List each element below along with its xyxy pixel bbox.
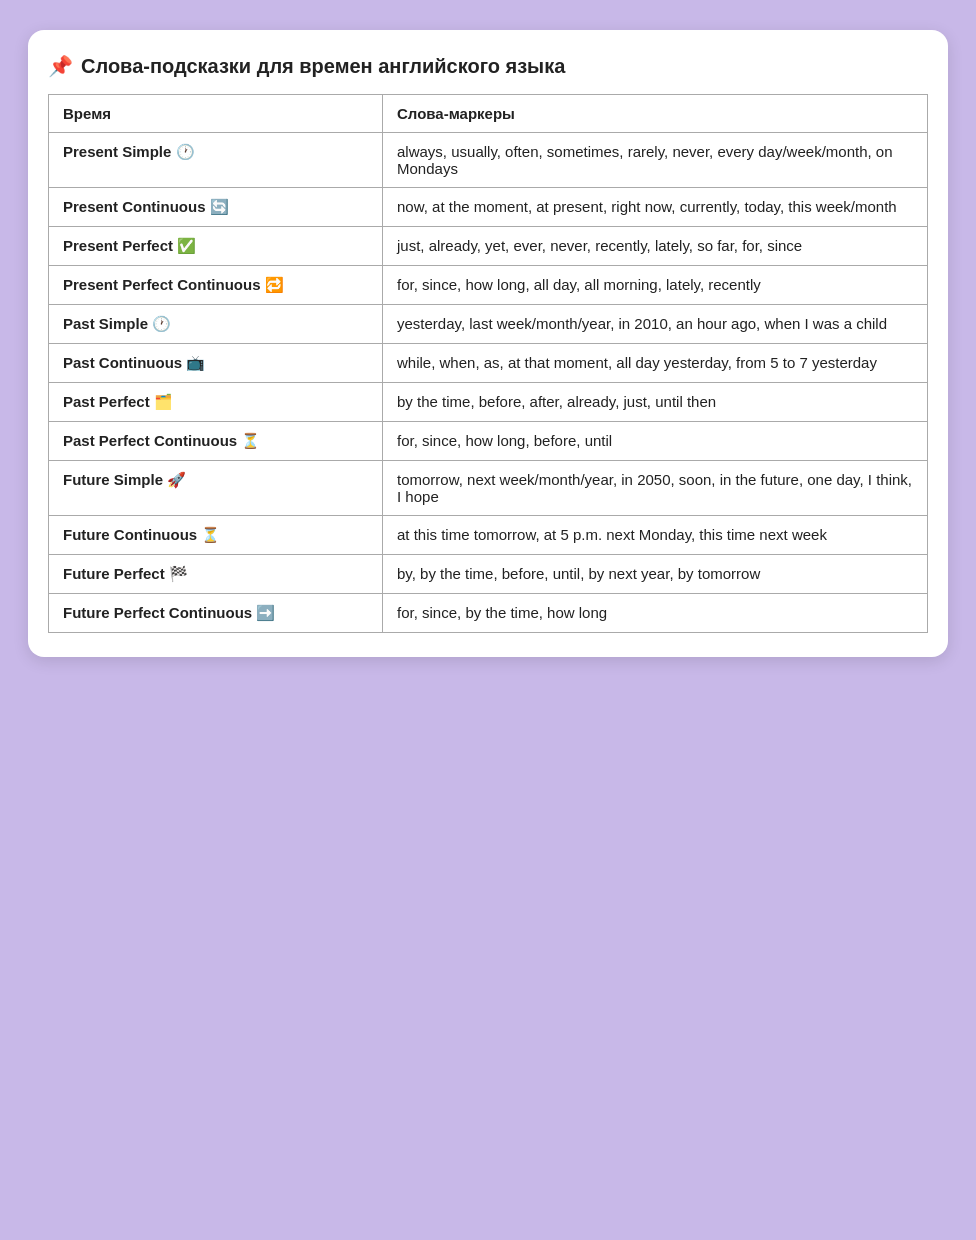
markers-cell: yesterday, last week/month/year, in 2010… — [383, 305, 928, 344]
tense-cell: Future Continuous ⏳ — [49, 516, 383, 555]
markers-cell: for, since, how long, all day, all morni… — [383, 266, 928, 305]
markers-cell: at this time tomorrow, at 5 p.m. next Mo… — [383, 516, 928, 555]
table-row: Present Continuous 🔄now, at the moment, … — [49, 188, 928, 227]
table-row: Present Perfect ✅just, already, yet, eve… — [49, 227, 928, 266]
table-row: Past Perfect Continuous ⏳for, since, how… — [49, 422, 928, 461]
tense-cell: Future Perfect 🏁 — [49, 555, 383, 594]
header-tense: Время — [49, 95, 383, 133]
table-row: Future Continuous ⏳at this time tomorrow… — [49, 516, 928, 555]
table-row: Future Perfect Continuous ➡️for, since, … — [49, 594, 928, 633]
markers-cell: by the time, before, after, already, jus… — [383, 383, 928, 422]
markers-cell: while, when, as, at that moment, all day… — [383, 344, 928, 383]
tense-cell: Past Perfect 🗂️ — [49, 383, 383, 422]
table-row: Future Simple 🚀tomorrow, next week/month… — [49, 461, 928, 516]
main-card: 📌 Слова-подсказки для времен английского… — [28, 30, 948, 657]
tense-cell: Present Simple 🕐 — [49, 133, 383, 188]
table-row: Past Simple 🕐yesterday, last week/month/… — [49, 305, 928, 344]
table-row: Present Perfect Continuous 🔁for, since, … — [49, 266, 928, 305]
tense-cell: Present Perfect ✅ — [49, 227, 383, 266]
table-row: Past Continuous 📺while, when, as, at tha… — [49, 344, 928, 383]
pin-icon: 📌 — [48, 54, 73, 78]
markers-cell: for, since, how long, before, until — [383, 422, 928, 461]
markers-cell: now, at the moment, at present, right no… — [383, 188, 928, 227]
tense-cell: Future Perfect Continuous ➡️ — [49, 594, 383, 633]
markers-cell: always, usually, often, sometimes, rarel… — [383, 133, 928, 188]
markers-cell: by, by the time, before, until, by next … — [383, 555, 928, 594]
table-row: Present Simple 🕐always, usually, often, … — [49, 133, 928, 188]
tense-cell: Present Continuous 🔄 — [49, 188, 383, 227]
table-row: Future Perfect 🏁by, by the time, before,… — [49, 555, 928, 594]
tense-cell: Future Simple 🚀 — [49, 461, 383, 516]
tense-cell: Past Perfect Continuous ⏳ — [49, 422, 383, 461]
tense-cell: Past Continuous 📺 — [49, 344, 383, 383]
markers-cell: tomorrow, next week/month/year, in 2050,… — [383, 461, 928, 516]
table-header-row: Время Слова-маркеры — [49, 95, 928, 133]
markers-cell: for, since, by the time, how long — [383, 594, 928, 633]
markers-cell: just, already, yet, ever, never, recentl… — [383, 227, 928, 266]
tense-table: Время Слова-маркеры Present Simple 🕐alwa… — [48, 94, 928, 633]
card-title-text: Слова-подсказки для времен английского я… — [81, 55, 565, 78]
tense-cell: Present Perfect Continuous 🔁 — [49, 266, 383, 305]
header-markers: Слова-маркеры — [383, 95, 928, 133]
table-row: Past Perfect 🗂️by the time, before, afte… — [49, 383, 928, 422]
card-title: 📌 Слова-подсказки для времен английского… — [48, 54, 928, 78]
tense-cell: Past Simple 🕐 — [49, 305, 383, 344]
